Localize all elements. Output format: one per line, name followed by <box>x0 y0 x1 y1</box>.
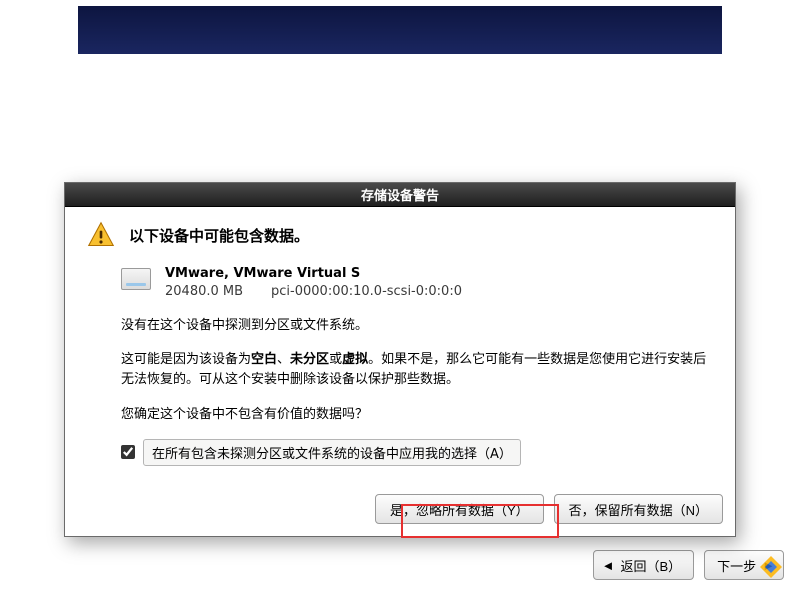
next-button-label: 下一步 <box>717 556 756 575</box>
back-button[interactable]: ◄ 返回（B） <box>593 550 695 580</box>
hard-drive-icon <box>121 268 151 290</box>
para2-pre: 这可能是因为该设备为 <box>121 352 251 367</box>
wizard-nav-row: ◄ 返回（B） 下一步 ► <box>593 550 784 580</box>
para2-bold-virtual: 虚拟 <box>342 352 368 367</box>
apply-all-row: 在所有包含未探测分区或文件系统的设备中应用我的选择（A） <box>121 439 713 466</box>
device-size: 20480.0 MB <box>165 284 243 299</box>
arrow-right-icon: ► <box>762 559 775 572</box>
yes-discard-button[interactable]: 是，忽略所有数据（Y） <box>375 494 544 524</box>
paragraph-confirm: 您确定这个设备中不包含有价值的数据吗？ <box>121 405 713 425</box>
no-keep-label: 否，保留所有数据（N） <box>569 500 708 519</box>
header-band <box>78 6 722 54</box>
para2-bold-blank: 空白 <box>251 352 277 367</box>
no-keep-button[interactable]: 否，保留所有数据（N） <box>554 494 723 524</box>
device-info: VMware, VMware Virtual S 20480.0 MB pci-0… <box>165 265 462 300</box>
arrow-left-icon: ◄ <box>602 559 615 572</box>
para2-bold-unpart: 未分区 <box>290 352 329 367</box>
yes-discard-label: 是，忽略所有数据（Y） <box>390 500 529 519</box>
warning-header-row: 以下设备中可能包含数据。 <box>87 221 713 249</box>
device-row: VMware, VMware Virtual S 20480.0 MB pci-0… <box>121 265 713 300</box>
device-name: VMware, VMware Virtual S <box>165 265 462 283</box>
device-subinfo: 20480.0 MB pci-0000:00:10.0-scsi-0:0:0:0 <box>165 283 462 301</box>
apply-all-checkbox[interactable] <box>121 445 135 459</box>
warning-heading: 以下设备中可能包含数据。 <box>129 225 309 246</box>
dialog-button-row: 是，忽略所有数据（Y） 否，保留所有数据（N） <box>375 494 723 524</box>
storage-warning-dialog: 存储设备警告 以下设备中可能包含数据。 VMware, VMware Virtu… <box>64 182 736 537</box>
dialog-titlebar: 存储设备警告 <box>65 183 735 207</box>
dialog-title: 存储设备警告 <box>361 185 439 204</box>
dialog-body: 以下设备中可能包含数据。 VMware, VMware Virtual S 20… <box>65 207 735 536</box>
installer-background: ◄ 返回（B） 下一步 ► 存储设备警告 以下设 <box>0 0 800 600</box>
back-button-label: 返回（B） <box>620 556 681 575</box>
warning-triangle-icon <box>87 221 115 249</box>
paragraph-explain: 这可能是因为该设备为空白、未分区或虚拟。如果不是，那么它可能有一些数据是您使用它… <box>121 350 713 390</box>
apply-all-label[interactable]: 在所有包含未探测分区或文件系统的设备中应用我的选择（A） <box>143 439 521 466</box>
para2-sep1: 、 <box>277 352 290 367</box>
device-path: pci-0000:00:10.0-scsi-0:0:0:0 <box>271 284 462 299</box>
para2-sep2: 或 <box>329 352 342 367</box>
paragraph-no-partition: 没有在这个设备中探测到分区或文件系统。 <box>121 316 713 336</box>
next-button[interactable]: 下一步 ► <box>704 550 784 580</box>
